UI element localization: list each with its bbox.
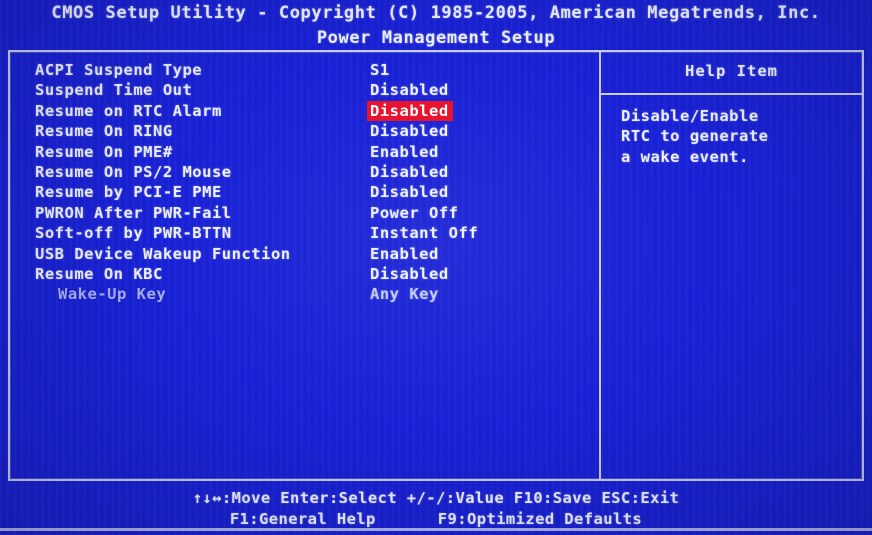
bios-setup-screen: CMOS Setup Utility - Copyright (C) 1985-… [0, 0, 872, 535]
setting-label: Soft-off by PWR-BTTN [35, 224, 232, 243]
footer-line-2: F1:General Help F9:Optimized Defaults [0, 509, 872, 530]
help-text-line: Disable/Enable [621, 107, 759, 125]
footer-optimized-defaults[interactable]: F9:Optimized Defaults [438, 510, 642, 528]
setting-row[interactable]: USB Device Wakeup Function Enabled [10, 244, 599, 264]
setting-row[interactable]: Resume On KBC Disabled [10, 264, 599, 284]
setting-row[interactable]: Resume On PS/2 Mouse Disabled [10, 162, 599, 182]
setting-value[interactable]: Disabled [367, 264, 452, 284]
setting-label: Wake-Up Key [58, 285, 167, 304]
setting-row[interactable]: Resume by PCI-E PME Disabled [10, 182, 599, 202]
help-panel: Help Item Disable/Enable RTC to generate a… [601, 52, 862, 479]
setting-value[interactable]: Disabled [367, 182, 452, 202]
setting-label: PWRON After PWR-Fail [35, 203, 232, 222]
setting-row[interactable]: Soft-off by PWR-BTTN Instant Off [10, 223, 599, 243]
setting-value[interactable]: Disabled [367, 121, 452, 141]
help-panel-separator [601, 93, 862, 95]
bottom-rule [0, 528, 872, 531]
help-text-line: a wake event. [621, 147, 749, 166]
footer-legend: ↑↓↔:Move Enter:Select +/-/:Value F10:Sav… [0, 488, 872, 530]
setting-label: Resume On PS/2 Mouse [35, 162, 232, 181]
setting-row[interactable]: ACPI Suspend Type S1 [10, 60, 599, 80]
setting-value[interactable]: Disabled [367, 100, 452, 122]
setting-value[interactable]: Disabled [367, 162, 452, 182]
setting-row[interactable]: Wake-Up Key Any Key [10, 284, 599, 304]
setting-row[interactable]: Resume On RING Disabled [10, 121, 599, 141]
setting-label: Resume on RTC Alarm [35, 101, 222, 120]
setting-label: USB Device Wakeup Function [35, 244, 291, 263]
setting-value[interactable]: Instant Off [367, 223, 481, 243]
setting-row[interactable]: PWRON After PWR-Fail Power Off [10, 203, 599, 223]
main-frame: ACPI Suspend Type S1 Suspend Time Out Disab… [8, 50, 864, 481]
setting-label: ACPI Suspend Type [35, 61, 203, 79]
setting-value[interactable]: Any Key [367, 284, 442, 304]
setting-value[interactable]: S1 [367, 60, 393, 80]
setting-label: Resume On PME# [35, 142, 173, 161]
setting-label: Resume On RING [35, 122, 173, 141]
setting-row[interactable]: Suspend Time Out Disabled [10, 80, 599, 100]
setting-row[interactable]: Resume on RTC Alarm Disabled [10, 100, 599, 122]
setting-label: Suspend Time Out [35, 81, 193, 100]
setting-label: Resume by PCI-E PME [35, 183, 222, 202]
setting-value[interactable]: Enabled [367, 244, 442, 264]
setting-value[interactable]: Enabled [367, 142, 442, 162]
help-panel-text: Disable/Enable RTC to generate a wake even… [621, 106, 854, 167]
settings-list: ACPI Suspend Type S1 Suspend Time Out Disab… [10, 60, 599, 487]
setting-value[interactable]: Power Off [367, 203, 462, 223]
setting-value[interactable]: Disabled [367, 80, 452, 100]
help-text-line: RTC to generate [621, 127, 769, 146]
footer-line-1: ↑↓↔:Move Enter:Select +/-/:Value F10:Sav… [192, 489, 680, 507]
setting-row[interactable]: Resume On PME# Enabled [10, 142, 599, 162]
page-title: CMOS Setup Utility - Copyright (C) 1985-… [51, 3, 821, 23]
help-panel-title: Help Item [685, 62, 778, 80]
setting-label: Resume On KBC [35, 264, 163, 283]
footer-general-help[interactable]: F1:General Help [230, 510, 376, 528]
page-subtitle: Power Management Setup [316, 28, 556, 48]
